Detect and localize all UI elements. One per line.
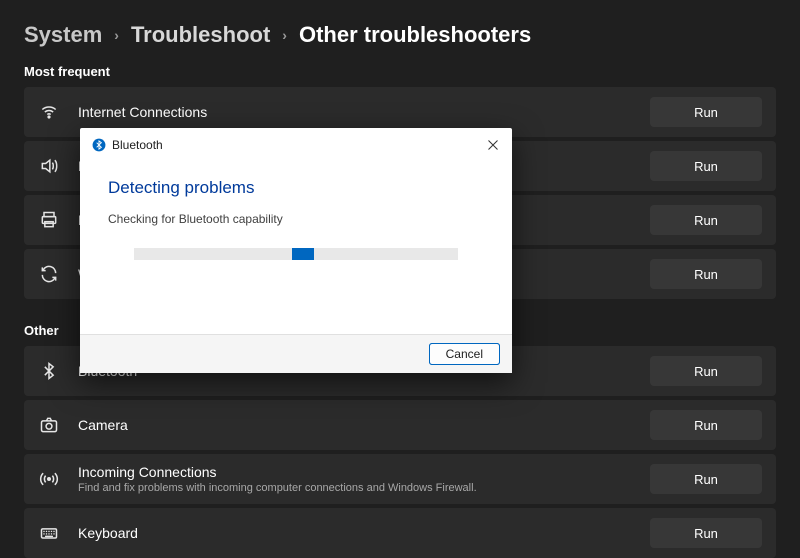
signal-icon [38,468,60,490]
list-item[interactable]: Keyboard Run [24,508,776,558]
item-label: Camera [78,417,650,433]
item-label: Keyboard [78,525,650,541]
wifi-icon [38,101,60,123]
dialog-app-title: Bluetooth [112,138,163,152]
page-title: Other troubleshooters [299,22,531,48]
keyboard-icon [38,522,60,544]
list-item[interactable]: Incoming Connections Find and fix proble… [24,454,776,504]
cancel-button[interactable]: Cancel [429,343,500,365]
item-label: Incoming Connections [78,464,650,480]
list-item[interactable]: Camera Run [24,400,776,450]
breadcrumb-system[interactable]: System [24,22,102,48]
dialog-heading: Detecting problems [108,178,484,198]
progress-indicator [292,248,314,260]
speaker-icon [38,155,60,177]
run-button[interactable]: Run [650,205,762,235]
run-button[interactable]: Run [650,410,762,440]
section-heading-frequent: Most frequent [0,56,800,87]
run-button[interactable]: Run [650,518,762,548]
troubleshooter-dialog: Bluetooth Detecting problems Checking fo… [80,128,512,373]
breadcrumb: System › Troubleshoot › Other troublesho… [0,0,800,56]
close-button[interactable] [484,136,502,154]
chevron-right-icon: › [282,27,287,43]
run-button[interactable]: Run [650,356,762,386]
chevron-right-icon: › [114,27,119,43]
camera-icon [38,414,60,436]
dialog-titlebar: Bluetooth [80,128,512,158]
run-button[interactable]: Run [650,97,762,127]
dialog-footer: Cancel [80,334,512,373]
run-button[interactable]: Run [650,259,762,289]
sync-icon [38,263,60,285]
dialog-status-text: Checking for Bluetooth capability [108,212,484,226]
item-label: Internet Connections [78,104,650,120]
bluetooth-icon [38,360,60,382]
item-sublabel: Find and fix problems with incoming comp… [78,482,650,494]
list-other: Bluetooth Run Camera Run Incoming Connec… [0,346,800,558]
printer-icon [38,209,60,231]
run-button[interactable]: Run [650,151,762,181]
run-button[interactable]: Run [650,464,762,494]
breadcrumb-troubleshoot[interactable]: Troubleshoot [131,22,270,48]
bluetooth-icon [92,138,106,152]
progress-bar [134,248,458,260]
